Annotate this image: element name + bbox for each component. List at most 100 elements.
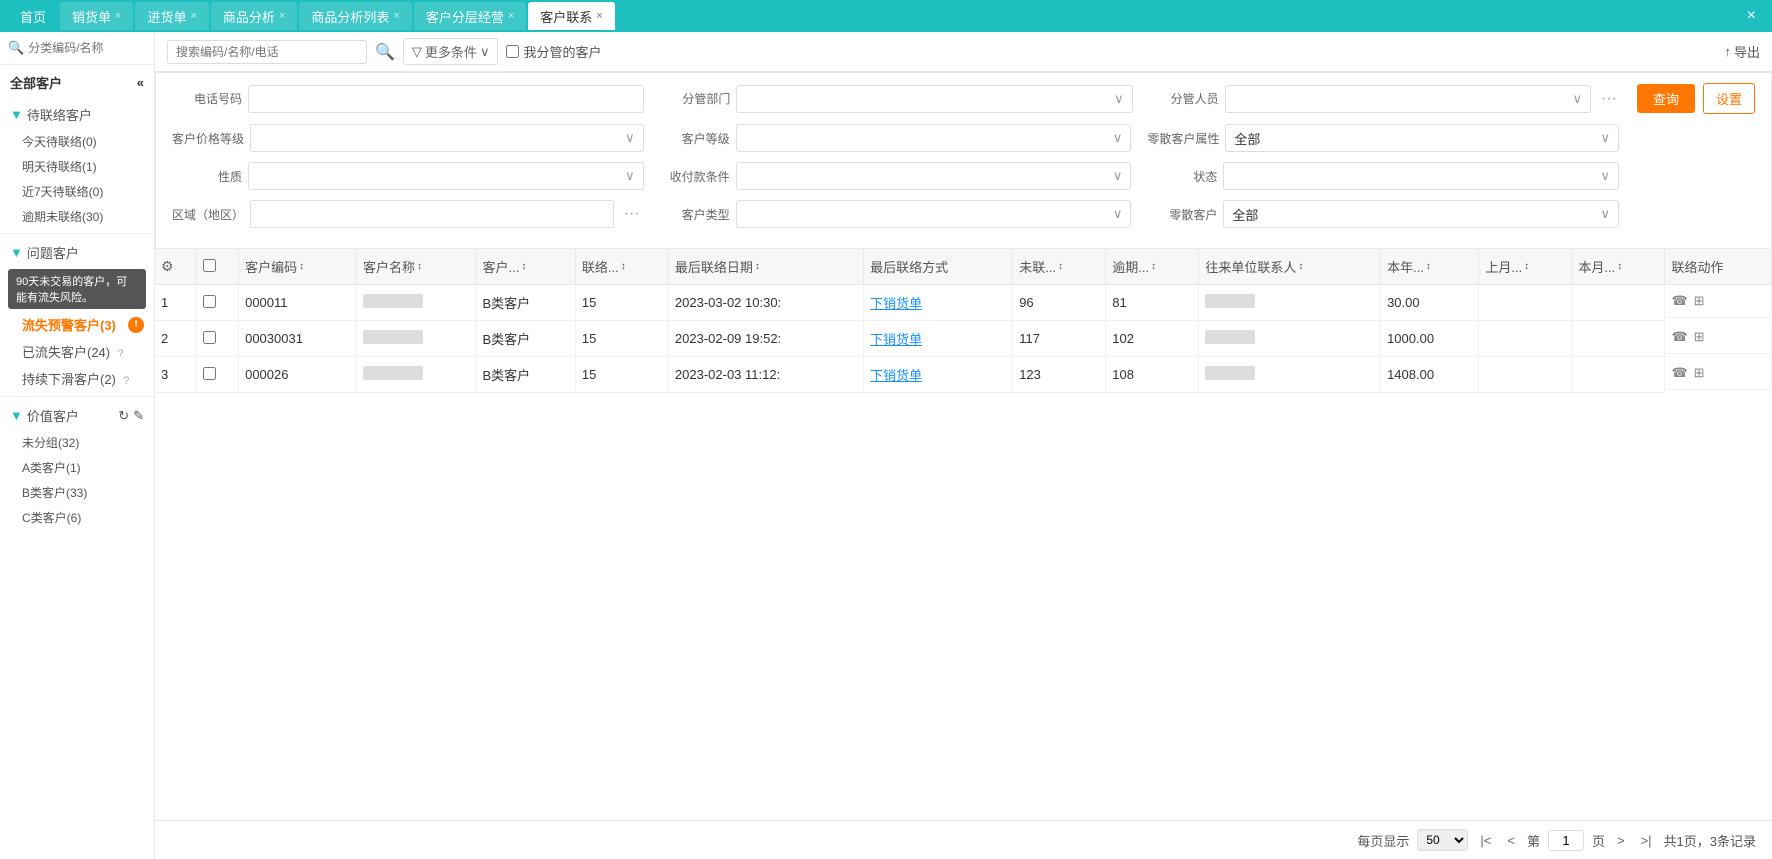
col-overdue[interactable]: 逾期...↕ — [1106, 249, 1199, 285]
region-select[interactable] — [250, 200, 614, 228]
col-action: 联络动作 — [1665, 249, 1772, 285]
sidebar-item-class-c[interactable]: C类客户(6) — [0, 505, 154, 530]
cell-action[interactable]: ☎ ⊞ — [1665, 357, 1771, 390]
col-last-contact-date[interactable]: 最后联络日期↕ — [668, 249, 863, 285]
customer-type-select[interactable]: ∨ — [736, 200, 1132, 228]
table-row: 2 00030031 B类客户 15 2023-02-09 19:52: 下销货… — [155, 321, 1772, 357]
sidebar-item-tomorrow[interactable]: 明天待联络(1) — [0, 154, 154, 179]
sidebar-item-class-a[interactable]: A类客户(1) — [0, 455, 154, 480]
cell-last-method[interactable]: 下销货单 — [864, 321, 1013, 357]
retail-select[interactable]: 全部 ∨ — [1223, 200, 1619, 228]
search-button[interactable]: 🔍 — [375, 42, 395, 62]
my-customers-checkbox[interactable] — [506, 45, 519, 58]
col-last-month[interactable]: 上月...↕ — [1479, 249, 1572, 285]
col-this-year[interactable]: 本年...↕ — [1381, 249, 1479, 285]
first-page-btn[interactable]: |< — [1476, 831, 1495, 850]
col-customer-code[interactable]: 客户编码↕ — [239, 249, 357, 285]
col-contact[interactable]: 联络...↕ — [575, 249, 668, 285]
prev-page-btn[interactable]: < — [1503, 831, 1519, 850]
customer-level-select[interactable]: ∨ — [736, 124, 1132, 152]
more-action-icon[interactable]: ⊞ — [1694, 293, 1705, 309]
close-tab-customer-contact[interactable]: × — [596, 10, 602, 22]
cell-uncontacted: 96 — [1013, 285, 1106, 321]
nature-select[interactable]: ∨ — [248, 162, 644, 190]
close-tab-customer-tier[interactable]: × — [508, 10, 514, 22]
sidebar-item-7days[interactable]: 近7天待联络(0) — [0, 179, 154, 204]
nav-tab-analysis[interactable]: 商品分析 × — [211, 2, 297, 30]
page-input[interactable] — [1548, 830, 1584, 851]
payment-select[interactable]: ∨ — [736, 162, 1132, 190]
sidebar-item-declining[interactable]: 持续下滑客户(2) ? — [0, 365, 154, 392]
contact-icon[interactable]: ☎ — [1671, 365, 1687, 381]
nav-tab-customer-contact[interactable]: 客户联系 × — [528, 2, 614, 30]
cell-last-method[interactable]: 下销货单 — [864, 357, 1013, 393]
close-all-tabs[interactable]: × — [1739, 7, 1764, 25]
col-last-contact-method[interactable]: 最后联络方式 — [864, 249, 1013, 285]
edit-icon[interactable]: ✎ — [133, 408, 144, 424]
sidebar-item-today[interactable]: 今天待联络(0) — [0, 129, 154, 154]
settings-button[interactable]: 设置 — [1703, 83, 1755, 114]
cell-checkbox[interactable] — [196, 321, 239, 357]
cell-action[interactable]: ☎ ⊞ — [1665, 321, 1771, 354]
sidebar-section-title-problem[interactable]: ▼ 问题客户 — [0, 238, 154, 267]
col-checkbox[interactable] — [196, 249, 239, 285]
cell-checkbox[interactable] — [196, 285, 239, 321]
more-action-icon[interactable]: ⊞ — [1694, 365, 1705, 381]
sidebar-section-title-value[interactable]: ▼ 价值客户 ↻ ✎ — [0, 401, 154, 430]
nav-tab-analysis-list[interactable]: 商品分析列表 × — [299, 2, 411, 30]
sidebar-item-overdue[interactable]: 逾期未联络(30) — [0, 204, 154, 229]
retail-attr-select[interactable]: 全部 ∨ — [1225, 124, 1619, 152]
contact-icon[interactable]: ☎ — [1671, 293, 1687, 309]
settings-icon[interactable]: ⚙ — [161, 258, 174, 274]
cell-last-date: 2023-03-02 10:30: — [668, 285, 863, 321]
sidebar-section-title-pending[interactable]: ▼ 待联络客户 — [0, 100, 154, 129]
col-customer-name[interactable]: 客户名称↕ — [357, 249, 477, 285]
close-tab-purchase[interactable]: × — [190, 10, 196, 22]
col-uncontacted[interactable]: 未联...↕ — [1013, 249, 1106, 285]
per-page-select[interactable]: 50 100 200 — [1417, 829, 1468, 851]
cell-last-method[interactable]: 下销货单 — [864, 285, 1013, 321]
col-unit-contact[interactable]: 往来单位联系人↕ — [1199, 249, 1381, 285]
query-button[interactable]: 查询 — [1637, 84, 1695, 113]
my-customers-label[interactable]: 我分管的客户 — [506, 42, 601, 61]
col-settings[interactable]: ⚙ — [155, 249, 196, 285]
select-all-checkbox[interactable] — [203, 259, 216, 272]
cell-action[interactable]: ☎ ⊞ — [1665, 285, 1771, 318]
cell-checkbox[interactable] — [196, 357, 239, 393]
sidebar-all-customers[interactable]: 全部客户 « — [0, 65, 154, 100]
refresh-icon[interactable]: ↻ — [118, 408, 129, 424]
more-dots-region[interactable]: ··· — [620, 205, 644, 223]
next-page-btn[interactable]: > — [1613, 831, 1629, 850]
sidebar-item-unclassified[interactable]: 未分组(32) — [0, 430, 154, 455]
price-level-select[interactable]: ∨ — [250, 124, 644, 152]
filter-search-input[interactable] — [167, 40, 367, 64]
cell-this-month — [1572, 321, 1665, 357]
person-select[interactable]: ∨ — [1225, 85, 1591, 113]
phone-input[interactable] — [248, 85, 644, 113]
filter-retail-attr: 零散客户属性 全部 ∨ — [1147, 124, 1619, 152]
sidebar-item-churned[interactable]: 已流失客户(24) ? — [0, 338, 154, 365]
contact-icon[interactable]: ☎ — [1671, 329, 1687, 345]
more-dots-person[interactable]: ··· — [1597, 90, 1621, 108]
close-tab-analysis[interactable]: × — [279, 10, 285, 22]
horizontal-scrollbar[interactable] — [155, 808, 1772, 820]
export-btn[interactable]: ↑ 导出 — [1724, 42, 1760, 61]
more-conditions-btn[interactable]: ▽ 更多条件 ∨ — [403, 38, 499, 65]
status-select[interactable]: ∨ — [1223, 162, 1619, 190]
more-action-icon[interactable]: ⊞ — [1694, 329, 1705, 345]
nav-tab-customer-tier[interactable]: 客户分层经营 × — [414, 2, 526, 30]
col-customer-type[interactable]: 客户...↕ — [476, 249, 575, 285]
nav-tab-purchase[interactable]: 进货单 × — [135, 2, 208, 30]
nav-home[interactable]: 首页 — [8, 3, 58, 30]
col-this-month[interactable]: 本月...↕ — [1572, 249, 1665, 285]
sidebar-item-class-b[interactable]: B类客户(33) — [0, 480, 154, 505]
close-tab-sales[interactable]: × — [115, 10, 121, 22]
advanced-filter-panel: 电话号码 分管部门 ∨ 分管人员 ∨ ··· — [155, 72, 1772, 249]
sidebar-item-churn-warning[interactable]: 流失预警客户(3) ! — [0, 311, 154, 338]
last-page-btn[interactable]: >| — [1637, 831, 1656, 850]
close-tab-analysis-list[interactable]: × — [393, 10, 399, 22]
dept-select[interactable]: ∨ — [736, 85, 1132, 113]
cell-this-year: 1408.00 — [1381, 357, 1479, 393]
nav-tab-sales[interactable]: 销货单 × — [60, 2, 133, 30]
sidebar-search-input[interactable] — [28, 41, 155, 55]
